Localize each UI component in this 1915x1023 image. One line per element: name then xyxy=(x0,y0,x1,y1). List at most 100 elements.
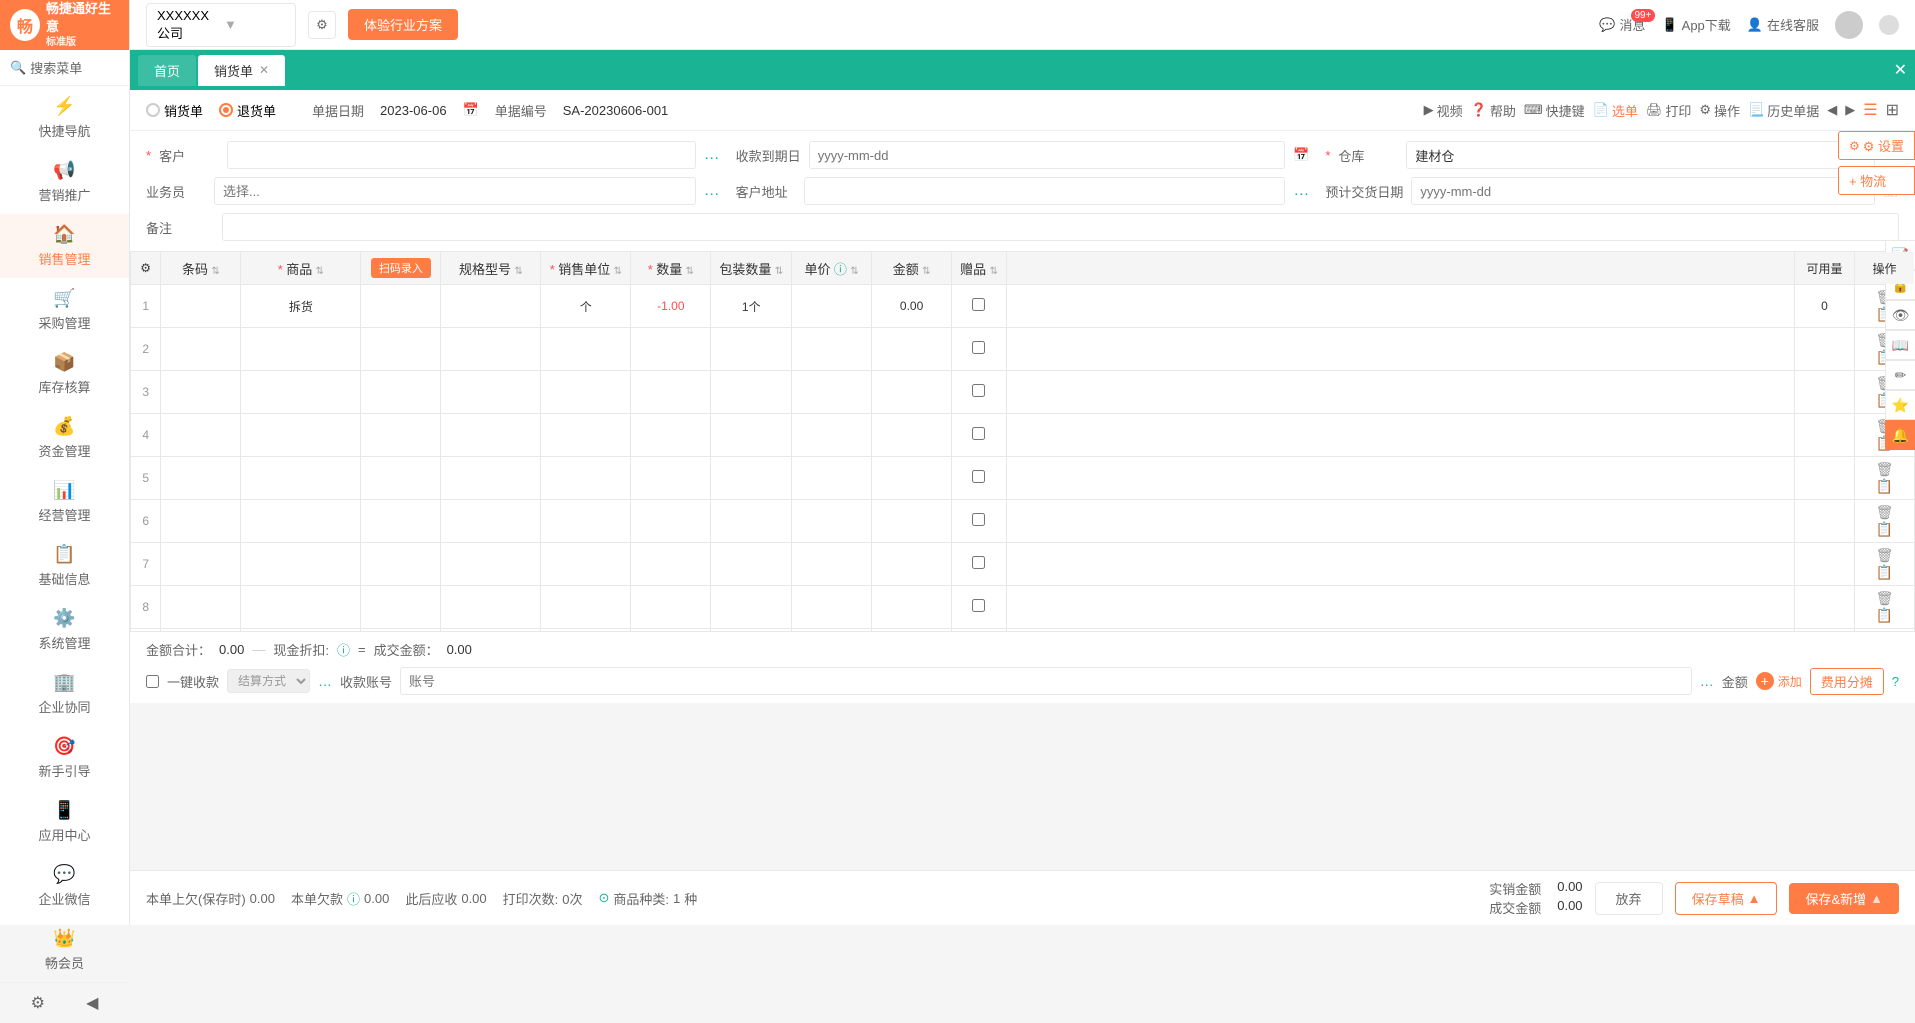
company-selector[interactable]: XXXXXX公司 ▼ xyxy=(146,3,296,47)
salesperson-picker-icon[interactable]: … xyxy=(704,182,720,200)
app-download-button[interactable]: 📱 App下载 xyxy=(1661,15,1730,34)
save-draft-button[interactable]: 保存草稿 ▲ xyxy=(1675,882,1778,915)
radio-sales[interactable]: 销货单 xyxy=(146,101,203,120)
account-no-input[interactable] xyxy=(400,667,1692,695)
sidebar-item-member[interactable]: 👑 畅会员 xyxy=(0,918,129,982)
th-unit[interactable]: * 销售单位 ⇅ xyxy=(541,252,631,285)
history-action[interactable]: 📃 历史单据 xyxy=(1748,101,1819,120)
settings-form-button[interactable]: ⚙ ⚙ 设置 xyxy=(1838,131,1915,160)
nav-next-icon[interactable]: ▶ xyxy=(1845,102,1855,118)
rsi-star-icon[interactable]: ⭐ xyxy=(1885,390,1915,420)
sidebar-item-newbie[interactable]: 🎯 新手引导 xyxy=(0,726,129,790)
tab-close-icon[interactable]: ✕ xyxy=(259,63,269,77)
nav-prev-icon[interactable]: ◀ xyxy=(1827,102,1837,118)
th-qty[interactable]: * 数量 ⇅ xyxy=(631,252,711,285)
th-price[interactable]: 单价 ⓘ ⇅ xyxy=(792,252,872,285)
one-click-pay-checkbox[interactable] xyxy=(146,675,159,688)
sidebar-item-finance[interactable]: 💰 资金管理 xyxy=(0,406,129,470)
remark-input[interactable] xyxy=(222,213,1899,241)
customer-address-input[interactable] xyxy=(804,177,1286,205)
payment-date-input[interactable] xyxy=(809,141,1285,169)
view-grid-icon[interactable]: ⊞ xyxy=(1886,100,1899,120)
th-spec[interactable]: 规格型号 ⇅ xyxy=(441,252,541,285)
th-scan[interactable]: 扫码录入 xyxy=(361,252,441,285)
help-action[interactable]: ❓ 帮助 xyxy=(1471,101,1516,120)
expected-delivery-input[interactable] xyxy=(1411,177,1874,205)
row-1-qty[interactable]: -1.00 xyxy=(631,285,711,328)
customer-picker-icon[interactable]: … xyxy=(704,146,720,164)
row-1-product[interactable]: 拆货 xyxy=(241,285,361,328)
th-amount[interactable]: 金额 ⇅ xyxy=(872,252,952,285)
sidebar-item-operation[interactable]: 📊 经营管理 xyxy=(0,470,129,534)
scan-btn[interactable]: 扫码录入 xyxy=(371,258,431,278)
total-owed-info-icon[interactable]: ⓘ xyxy=(347,889,360,908)
save-draft-dropdown-icon[interactable]: ▲ xyxy=(1748,891,1761,906)
th-pkg-qty[interactable]: 包装数量 ⇅ xyxy=(711,252,792,285)
sidebar-item-enterprise[interactable]: 🏢 企业协同 xyxy=(0,662,129,726)
sidebar-search[interactable]: 🔍 搜索菜单 xyxy=(0,50,129,86)
tab-home[interactable]: 首页 xyxy=(138,55,196,86)
logistics-button[interactable]: + 物流 xyxy=(1838,166,1915,195)
message-button[interactable]: 💬 消息 99+ xyxy=(1599,15,1645,34)
user-avatar2[interactable] xyxy=(1879,15,1899,35)
sidebar-item-sales[interactable]: 🏠 销售管理 xyxy=(0,214,129,278)
row-1-gift[interactable] xyxy=(952,285,1007,328)
shortcut-action[interactable]: ⌨ 快捷键 xyxy=(1524,101,1585,120)
video-action[interactable]: ▶ 视频 xyxy=(1424,101,1463,120)
sidebar-settings-icon[interactable]: ⚙ xyxy=(31,993,45,1013)
rsi-book-icon[interactable]: 📖 xyxy=(1885,330,1915,360)
row-1-amount[interactable]: 0.00 xyxy=(872,285,952,328)
date-calendar-icon[interactable]: 📅 xyxy=(463,102,479,118)
row-1-barcode[interactable] xyxy=(161,285,241,328)
radio-return[interactable]: 退货单 xyxy=(219,101,276,120)
sidebar-item-inventory[interactable]: 📦 库存核算 xyxy=(0,342,129,406)
settlement-method-select[interactable]: 结算方式 xyxy=(227,669,310,693)
product-types-icon[interactable]: ⊙ xyxy=(599,890,610,906)
sidebar-item-purchase[interactable]: 🛒 采购管理 xyxy=(0,278,129,342)
warehouse-input[interactable] xyxy=(1406,141,1875,169)
sidebar-item-quick-nav[interactable]: ⚡ 快捷导航 xyxy=(0,86,129,150)
address-picker-icon[interactable]: … xyxy=(1293,182,1309,200)
template-action[interactable]: 📄 选单 xyxy=(1593,101,1638,120)
row-1-unit[interactable]: 个 xyxy=(541,285,631,328)
gift-checkbox-1[interactable] xyxy=(972,298,985,311)
settlement-picker-icon[interactable]: … xyxy=(318,673,332,689)
save-new-dropdown-icon[interactable]: ▲ xyxy=(1870,891,1883,906)
operation-action[interactable]: ⚙ 操作 xyxy=(1699,101,1740,120)
th-product[interactable]: * 商品 ⇅ xyxy=(241,252,361,285)
rsi-orange-btn[interactable]: 🔔 xyxy=(1885,420,1915,450)
customer-input[interactable] xyxy=(227,141,696,169)
online-service-button[interactable]: 👤 在线客服 xyxy=(1747,15,1819,34)
expense-help-icon[interactable]: ? xyxy=(1892,674,1899,689)
sidebar-item-enterprise-wechat[interactable]: 💬 企业微信 xyxy=(0,854,129,918)
add-amount-icon[interactable]: + xyxy=(1756,672,1774,690)
trial-button[interactable]: 体验行业方案 xyxy=(348,9,458,40)
payment-date-calendar-icon[interactable]: 📅 xyxy=(1293,147,1309,163)
row-1-pkg-qty[interactable]: 1个 xyxy=(711,285,792,328)
row-1-spec[interactable] xyxy=(441,285,541,328)
user-avatar[interactable] xyxy=(1835,11,1863,39)
th-available[interactable]: 可用量 xyxy=(1795,252,1855,285)
sidebar-item-app-center[interactable]: 📱 应用中心 xyxy=(0,790,129,854)
salesperson-input[interactable] xyxy=(214,177,696,205)
sidebar-item-system[interactable]: ⚙️ 系统管理 xyxy=(0,598,129,662)
abandon-button[interactable]: 放弃 xyxy=(1595,882,1663,915)
close-all-tabs[interactable]: ✕ xyxy=(1894,60,1907,80)
sidebar-item-marketing[interactable]: 📢 营销推广 xyxy=(0,150,129,214)
print-action[interactable]: 🖨 打印 xyxy=(1646,101,1692,120)
tab-sales-order[interactable]: 销货单 ✕ xyxy=(198,55,285,86)
expense-split-button[interactable]: 费用分摊 xyxy=(1810,668,1884,695)
view-list-icon[interactable]: ☰ xyxy=(1863,100,1877,120)
th-gear[interactable]: ⚙ xyxy=(131,252,161,285)
topbar-gear-button[interactable]: ⚙ xyxy=(308,11,336,39)
th-barcode[interactable]: 条码 ⇅ xyxy=(161,252,241,285)
rsi-pencil-icon[interactable]: ✏ xyxy=(1885,360,1915,390)
cash-discount-info-icon[interactable]: ⓘ xyxy=(337,640,350,659)
row-1-price[interactable] xyxy=(792,285,872,328)
account-picker-icon[interactable]: … xyxy=(1700,673,1714,689)
rsi-eye-icon[interactable]: 👁 xyxy=(1885,300,1915,330)
sidebar-item-basic[interactable]: 📋 基础信息 xyxy=(0,534,129,598)
sidebar-collapse-icon[interactable]: ◀ xyxy=(86,993,98,1013)
save-new-button[interactable]: 保存&新增 ▲ xyxy=(1789,883,1899,914)
th-gift[interactable]: 赠品 ⇅ xyxy=(952,252,1007,285)
